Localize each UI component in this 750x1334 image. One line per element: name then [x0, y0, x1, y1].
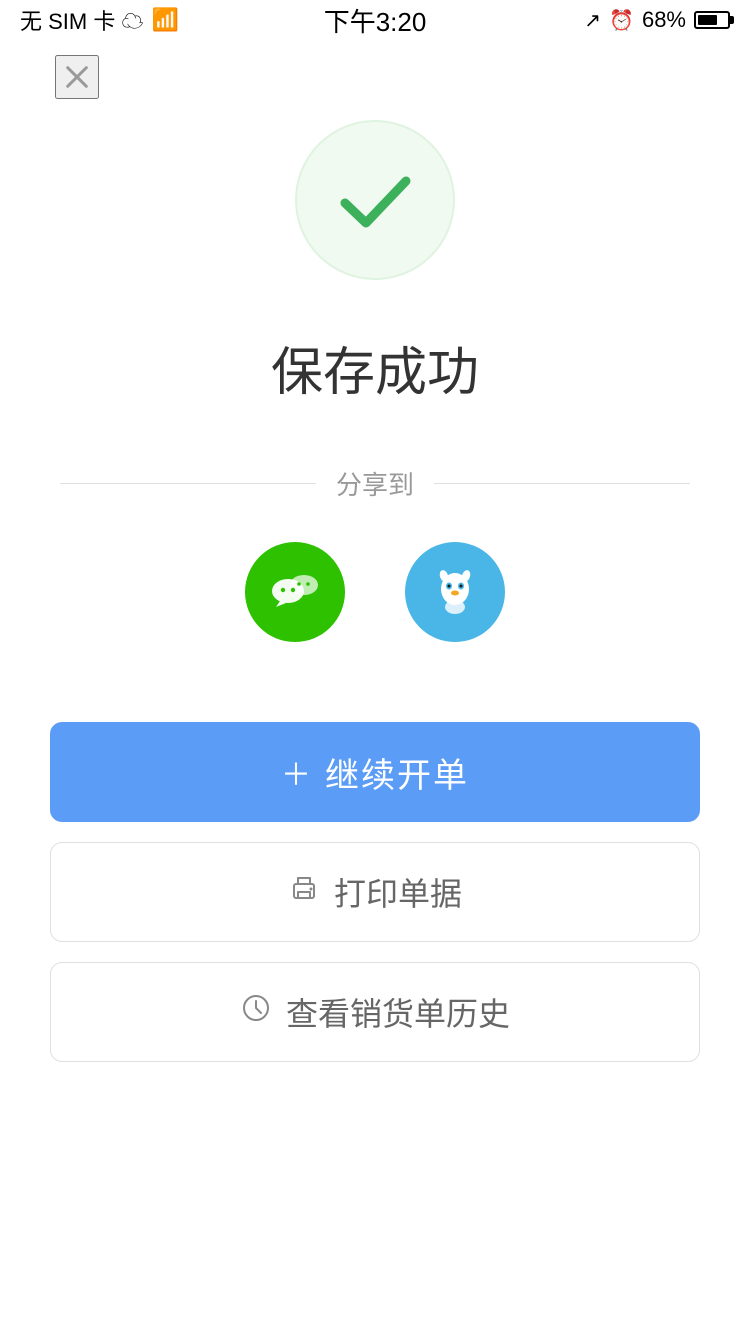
battery-fill [698, 15, 717, 25]
location-icon: ↗ [584, 8, 601, 33]
history-button[interactable]: 查看销货单历史 [50, 962, 700, 1062]
print-button[interactable]: 打印单据 [50, 842, 700, 942]
share-divider: 分享到 [0, 465, 750, 502]
history-label: 查看销货单历史 [286, 989, 510, 1035]
share-qq-button[interactable] [405, 542, 505, 642]
print-label: 打印单据 [334, 869, 462, 915]
printer-icon [288, 872, 320, 912]
status-bar: 无 SIM 卡 ☁ 📶 下午3:20 ↗ ⏰ 68% [0, 0, 750, 40]
status-right: ↗ ⏰ 68% [584, 7, 730, 33]
status-left: 无 SIM 卡 ☁ 📶 [20, 4, 179, 36]
success-circle [295, 120, 455, 280]
close-button[interactable] [55, 55, 99, 99]
alarm-icon: ⏰ [609, 8, 634, 33]
success-title: 保存成功 [271, 330, 479, 405]
continue-label: 继续开单 [325, 748, 469, 797]
battery-percentage: 68% [642, 7, 686, 33]
share-wechat-button[interactable] [245, 542, 345, 642]
clock-icon [240, 992, 272, 1032]
share-label: 分享到 [316, 465, 434, 502]
wechat-icon [266, 563, 324, 621]
battery-icon [694, 11, 730, 29]
share-row [245, 542, 505, 642]
continue-button[interactable]: ＋ 继续开单 [50, 722, 700, 822]
divider-left [60, 483, 316, 484]
qq-icon [426, 563, 484, 621]
status-time: 下午3:20 [324, 2, 427, 39]
plus-icon: ＋ [281, 750, 311, 794]
action-buttons: ＋ 继续开单 打印单据 查看销货单历史 [0, 722, 750, 1062]
no-sim-text: 无 SIM 卡 ☁ [20, 4, 143, 36]
divider-right [434, 483, 690, 484]
main-content: 保存成功 分享到 [0, 40, 750, 1334]
close-icon [63, 63, 91, 91]
wifi-icon: 📶 [151, 7, 178, 33]
checkmark-icon [330, 155, 420, 245]
